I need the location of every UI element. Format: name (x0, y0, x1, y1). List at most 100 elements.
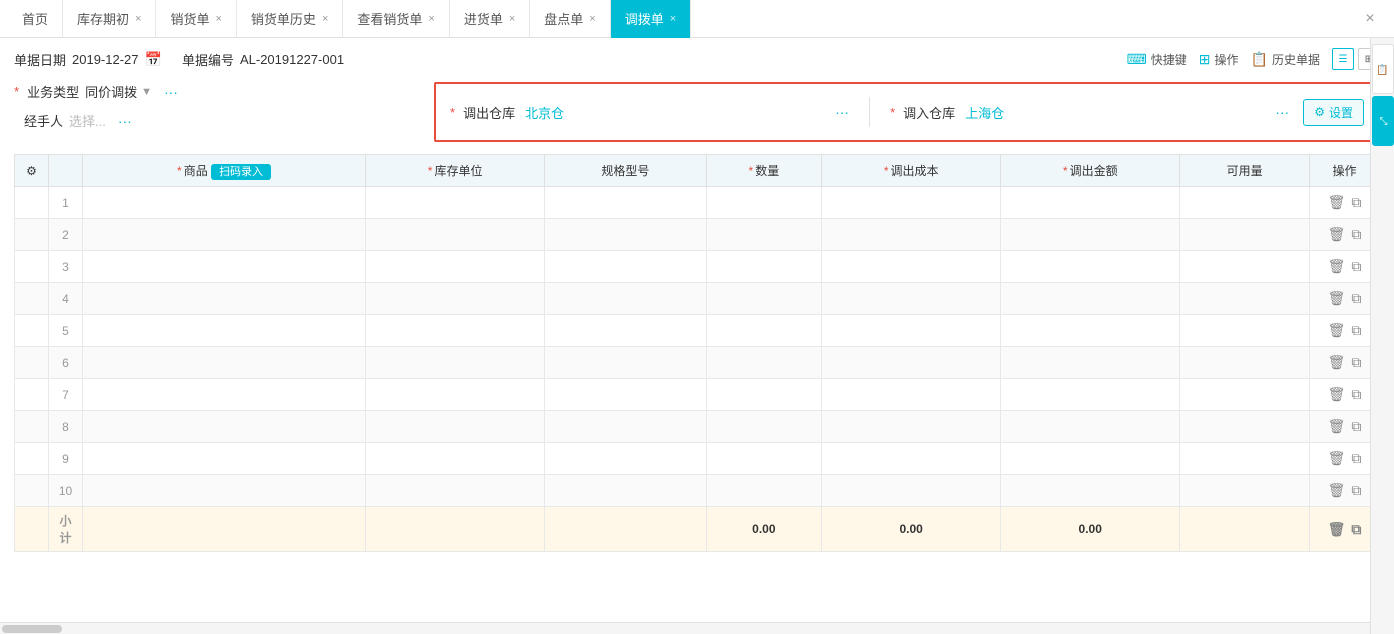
row-cost-4[interactable] (822, 283, 1001, 315)
agent-more[interactable]: ··· (118, 113, 132, 129)
tab-stocktake[interactable]: 盘点单 × (530, 0, 610, 38)
row-delete-icon-1[interactable]: 🗑 (1328, 194, 1346, 211)
row-unit-1[interactable] (366, 187, 545, 219)
row-quantity-1[interactable] (706, 187, 822, 219)
row-quantity-2[interactable] (706, 219, 822, 251)
row-unit-4[interactable] (366, 283, 545, 315)
tab-inventory-init[interactable]: 库存期初 × (63, 0, 156, 38)
scan-btn[interactable]: 扫码录入 (211, 164, 271, 180)
layout-list-icon[interactable]: ☰ (1332, 48, 1354, 70)
row-cost-3[interactable] (822, 251, 1001, 283)
tab-close-inventory-init[interactable]: × (135, 13, 141, 25)
row-cost-7[interactable] (822, 379, 1001, 411)
row-copy-icon-3[interactable]: ⧉ (1351, 258, 1361, 275)
row-amount-5[interactable] (1001, 315, 1180, 347)
row-delete-icon-5[interactable]: 🗑 (1328, 322, 1346, 339)
row-copy-icon-5[interactable]: ⧉ (1351, 322, 1361, 339)
tab-close-transfer[interactable]: × (670, 13, 676, 25)
row-copy-icon-1[interactable]: ⧉ (1351, 194, 1361, 211)
warehouse-in-value[interactable]: 上海仓 (965, 103, 1004, 122)
row-amount-10[interactable] (1001, 475, 1180, 507)
row-spec-4[interactable] (545, 283, 706, 315)
operations-btn[interactable]: ⊞ 操作 (1199, 51, 1239, 68)
sidebar-expand-btn[interactable]: ⤢ (1372, 96, 1394, 146)
tab-sales-history[interactable]: 销货单历史 × (237, 0, 343, 38)
row-copy-icon[interactable]: ⧉ (1351, 521, 1361, 538)
calendar-icon[interactable]: 📅 (145, 51, 162, 68)
tab-close-purchase[interactable]: × (509, 13, 515, 25)
row-unit-6[interactable] (366, 347, 545, 379)
row-delete-icon[interactable]: 🗑 (1328, 521, 1346, 538)
row-unit-2[interactable] (366, 219, 545, 251)
row-product-9[interactable] (83, 443, 366, 475)
row-unit-7[interactable] (366, 379, 545, 411)
history-btn[interactable]: 📋 历史单据 (1251, 51, 1320, 68)
row-amount-9[interactable] (1001, 443, 1180, 475)
warehouse-out-value[interactable]: 北京仓 (525, 103, 564, 122)
row-amount-2[interactable] (1001, 219, 1180, 251)
row-quantity-7[interactable] (706, 379, 822, 411)
row-spec-8[interactable] (545, 411, 706, 443)
sidebar-note-btn[interactable]: 📋 (1372, 44, 1394, 94)
tab-transfer[interactable]: 调拨单 × (611, 0, 691, 38)
row-quantity-4[interactable] (706, 283, 822, 315)
row-product-8[interactable] (83, 411, 366, 443)
row-product-10[interactable] (83, 475, 366, 507)
row-quantity-9[interactable] (706, 443, 822, 475)
row-spec-10[interactable] (545, 475, 706, 507)
row-spec-2[interactable] (545, 219, 706, 251)
row-spec-6[interactable] (545, 347, 706, 379)
business-type-more[interactable]: ··· (164, 84, 178, 100)
scrollbar-thumb[interactable] (2, 625, 62, 633)
row-cost-1[interactable] (822, 187, 1001, 219)
row-unit-10[interactable] (366, 475, 545, 507)
row-amount-3[interactable] (1001, 251, 1180, 283)
row-product-4[interactable] (83, 283, 366, 315)
row-cost-2[interactable] (822, 219, 1001, 251)
row-product-3[interactable] (83, 251, 366, 283)
row-product-1[interactable] (83, 187, 366, 219)
row-copy-icon-4[interactable]: ⧉ (1351, 290, 1361, 307)
col-settings[interactable]: ⚙ (15, 155, 49, 187)
row-amount-7[interactable] (1001, 379, 1180, 411)
row-product-5[interactable] (83, 315, 366, 347)
row-product-2[interactable] (83, 219, 366, 251)
agent-placeholder[interactable]: 选择... (69, 111, 106, 130)
row-spec-3[interactable] (545, 251, 706, 283)
row-delete-icon-7[interactable]: 🗑 (1328, 386, 1346, 403)
row-unit-3[interactable] (366, 251, 545, 283)
tab-purchase[interactable]: 进货单 × (450, 0, 530, 38)
row-product-7[interactable] (83, 379, 366, 411)
tab-close-view-sales[interactable]: × (428, 13, 434, 25)
row-copy-icon-8[interactable]: ⧉ (1351, 418, 1361, 435)
tab-close-stocktake[interactable]: × (589, 13, 595, 25)
row-delete-icon-6[interactable]: 🗑 (1328, 354, 1346, 371)
row-quantity-10[interactable] (706, 475, 822, 507)
row-delete-icon-9[interactable]: 🗑 (1328, 450, 1346, 467)
row-delete-icon-4[interactable]: 🗑 (1328, 290, 1346, 307)
tab-close-sales[interactable]: × (215, 13, 221, 25)
row-cost-8[interactable] (822, 411, 1001, 443)
horizontal-scrollbar[interactable] (0, 622, 1370, 634)
row-delete-icon-3[interactable]: 🗑 (1328, 258, 1346, 275)
row-unit-9[interactable] (366, 443, 545, 475)
row-product-6[interactable] (83, 347, 366, 379)
row-copy-icon-7[interactable]: ⧉ (1351, 386, 1361, 403)
row-quantity-5[interactable] (706, 315, 822, 347)
row-copy-icon-2[interactable]: ⧉ (1351, 226, 1361, 243)
row-spec-9[interactable] (545, 443, 706, 475)
row-cost-9[interactable] (822, 443, 1001, 475)
settings-button[interactable]: ⚙ 设置 (1303, 99, 1364, 126)
row-quantity-6[interactable] (706, 347, 822, 379)
row-copy-icon-10[interactable]: ⧉ (1351, 482, 1361, 499)
row-unit-5[interactable] (366, 315, 545, 347)
row-delete-icon-10[interactable]: 🗑 (1328, 482, 1346, 499)
warehouse-out-more[interactable]: ··· (835, 104, 849, 120)
row-cost-6[interactable] (822, 347, 1001, 379)
business-type-select[interactable]: 同价调拨 ▼ (85, 82, 152, 101)
row-quantity-8[interactable] (706, 411, 822, 443)
warehouse-in-more[interactable]: ··· (1275, 104, 1289, 120)
row-amount-8[interactable] (1001, 411, 1180, 443)
row-quantity-3[interactable] (706, 251, 822, 283)
tab-view-sales[interactable]: 查看销货单 × (343, 0, 449, 38)
